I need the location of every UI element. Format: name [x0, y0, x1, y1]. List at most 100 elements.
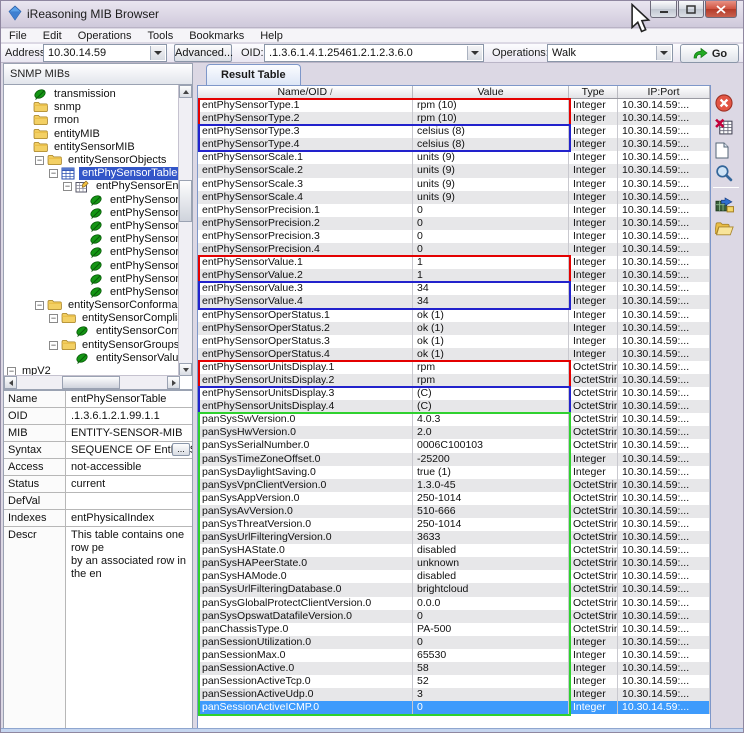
table-row[interactable]: entPhySensorUnitsDisplay.1rpmOctetString…: [198, 361, 710, 374]
table-row[interactable]: entPhySensorOperStatus.4ok (1)Integer10.…: [198, 348, 710, 361]
table-row[interactable]: panSysUrlFilteringDatabase.0brightcloudO…: [198, 583, 710, 596]
table-row[interactable]: panSessionActiveTcp.052Integer10.30.14.5…: [198, 675, 710, 688]
table-row[interactable]: entPhySensorValue.21Integer10.30.14.59:.…: [198, 269, 710, 282]
tree-item-entitySensorConformance[interactable]: −entitySensorConformance: [4, 299, 192, 312]
column-header-name-oid[interactable]: Name/OID/: [198, 86, 413, 98]
column-header-ip-port[interactable]: IP:Port: [618, 86, 710, 98]
tab-result-table[interactable]: Result Table: [206, 64, 301, 85]
table-row[interactable]: panSysAppVersion.0250-1014OctetString10.…: [198, 492, 710, 505]
expander-minus-icon[interactable]: −: [49, 341, 58, 350]
table-row[interactable]: panSysHAPeerState.0unknownOctetString10.…: [198, 557, 710, 570]
table-row[interactable]: panSysHAMode.0disabledOctetString10.30.1…: [198, 570, 710, 583]
tree-item-rmon[interactable]: rmon: [4, 114, 192, 127]
table-row[interactable]: entPhySensorUnitsDisplay.4(C)OctetString…: [198, 400, 710, 413]
expander-minus-icon[interactable]: −: [35, 301, 44, 310]
expander-minus-icon[interactable]: −: [35, 156, 44, 165]
table-row[interactable]: panSysOpswatDatafileVersion.00OctetStrin…: [198, 610, 710, 623]
table-row[interactable]: entPhySensorValue.434Integer10.30.14.59:…: [198, 295, 710, 308]
tree-item-entPhySensorOperS[interactable]: entPhySensorOperS: [4, 246, 192, 259]
table-row[interactable]: panSysSwVersion.04.0.3OctetString10.30.1…: [198, 413, 710, 426]
menu-item-operations[interactable]: Operations: [70, 29, 140, 43]
menu-item-file[interactable]: File: [1, 29, 35, 43]
tree-item-entPhySensorValueL[interactable]: entPhySensorValueL: [4, 286, 192, 299]
table-row[interactable]: entPhySensorValue.11Integer10.30.14.59:.…: [198, 256, 710, 269]
tree-vertical-scrollbar[interactable]: [178, 85, 192, 376]
tree-item-entPhySensorValue[interactable]: entPhySensorValue: [4, 233, 192, 246]
clear-table-icon[interactable]: [715, 116, 737, 136]
table-row[interactable]: entPhySensorUnitsDisplay.2rpmOctetString…: [198, 374, 710, 387]
tree-item-entPhySensorType[interactable]: entPhySensorType: [4, 194, 192, 207]
tree-vscroll-thumb[interactable]: [179, 180, 192, 222]
tree-item-entitySensorObjects[interactable]: −entitySensorObjects: [4, 154, 192, 167]
search-icon[interactable]: [715, 163, 737, 183]
tree-item-transmission[interactable]: transmission: [4, 88, 192, 101]
table-row[interactable]: panSysVpnClientVersion.01.3.0-45OctetStr…: [198, 479, 710, 492]
table-row[interactable]: panSysHAState.0disabledOctetString10.30.…: [198, 544, 710, 557]
minimize-button[interactable]: [650, 1, 677, 18]
table-row[interactable]: panSessionMax.065530Integer10.30.14.59:.…: [198, 649, 710, 662]
scroll-up-icon[interactable]: [179, 85, 192, 98]
tree-horizontal-scrollbar[interactable]: [4, 375, 180, 389]
tree-item-entitySensorCompliances[interactable]: −entitySensorCompliances: [4, 312, 192, 325]
tree-item-entPhySensorEntry[interactable]: −entPhySensorEntry: [4, 180, 192, 193]
address-dropdown-icon[interactable]: [150, 46, 165, 60]
table-row[interactable]: entPhySensorPrecision.10Integer10.30.14.…: [198, 204, 710, 217]
scroll-down-icon[interactable]: [179, 363, 192, 376]
table-row[interactable]: entPhySensorOperStatus.1ok (1)Integer10.…: [198, 309, 710, 322]
tree-item-entitySensorValueGroup[interactable]: entitySensorValueGroup: [4, 352, 192, 365]
table-row[interactable]: entPhySensorOperStatus.2ok (1)Integer10.…: [198, 322, 710, 335]
table-row[interactable]: entPhySensorValue.334Integer10.30.14.59:…: [198, 282, 710, 295]
table-row[interactable]: entPhySensorScale.2units (9)Integer10.30…: [198, 164, 710, 177]
table-row[interactable]: entPhySensorPrecision.40Integer10.30.14.…: [198, 243, 710, 256]
operations-dropdown-icon[interactable]: [656, 46, 671, 60]
table-row[interactable]: panSysGlobalProtectClientVersion.00.0.0O…: [198, 597, 710, 610]
export-icon[interactable]: [715, 195, 737, 215]
tree-item-entityMIB[interactable]: entityMIB: [4, 128, 192, 141]
advanced-button[interactable]: Advanced...: [174, 44, 232, 62]
maximize-button[interactable]: [678, 1, 704, 18]
operations-combo[interactable]: Walk: [547, 44, 673, 62]
expander-minus-icon[interactable]: −: [49, 314, 58, 323]
oid-combo[interactable]: .1.3.6.1.4.1.25461.2.1.2.3.6.0: [264, 44, 484, 62]
table-row[interactable]: panChassisType.0PA-500OctetString10.30.1…: [198, 623, 710, 636]
table-row[interactable]: panSessionActive.058Integer10.30.14.59:.…: [198, 662, 710, 675]
oid-dropdown-icon[interactable]: [467, 46, 482, 60]
table-row[interactable]: entPhySensorType.2rpm (10)Integer10.30.1…: [198, 112, 710, 125]
scroll-right-icon[interactable]: [167, 376, 180, 389]
table-row[interactable]: entPhySensorType.1rpm (10)Integer10.30.1…: [198, 99, 710, 112]
menu-item-edit[interactable]: Edit: [35, 29, 70, 43]
table-row[interactable]: entPhySensorScale.1units (9)Integer10.30…: [198, 151, 710, 164]
open-folder-icon[interactable]: [715, 218, 737, 238]
tree-item-entPhySensorValueT[interactable]: entPhySensorValueT: [4, 273, 192, 286]
tree-hscroll-thumb[interactable]: [62, 376, 120, 389]
table-row[interactable]: entPhySensorScale.4units (9)Integer10.30…: [198, 191, 710, 204]
table-row[interactable]: panSessionUtilization.00Integer10.30.14.…: [198, 636, 710, 649]
go-button[interactable]: Go: [680, 44, 739, 63]
tree-item-entitySensorCompliance[interactable]: entitySensorCompliance: [4, 325, 192, 338]
table-row[interactable]: entPhySensorType.3celsius (8)Integer10.3…: [198, 125, 710, 138]
table-row[interactable]: panSysUrlFilteringVersion.03633OctetStri…: [198, 531, 710, 544]
stop-icon[interactable]: [715, 93, 737, 113]
tree-item-entitySensorMIB[interactable]: entitySensorMIB: [4, 141, 192, 154]
table-row[interactable]: panSysThreatVersion.0250-1014OctetString…: [198, 518, 710, 531]
tree-item-snmp[interactable]: snmp: [4, 101, 192, 114]
table-row[interactable]: entPhySensorType.4celsius (8)Integer10.3…: [198, 138, 710, 151]
close-button[interactable]: [705, 1, 737, 18]
table-row[interactable]: panSysAvVersion.0510-666OctetString10.30…: [198, 505, 710, 518]
syntax-expand-button[interactable]: ...: [172, 443, 190, 456]
menu-item-bookmarks[interactable]: Bookmarks: [181, 29, 252, 43]
tree-item-entitySensorGroups[interactable]: −entitySensorGroups: [4, 339, 192, 352]
table-row[interactable]: entPhySensorPrecision.20Integer10.30.14.…: [198, 217, 710, 230]
table-row[interactable]: panSysHwVersion.02.0OctetString10.30.14.…: [198, 426, 710, 439]
tree-item-entPhySensorPrecisi[interactable]: entPhySensorPrecisi: [4, 220, 192, 233]
tree-item-entPhySensorTable[interactable]: −entPhySensorTable: [4, 167, 192, 180]
new-document-icon[interactable]: [715, 140, 737, 160]
table-row[interactable]: entPhySensorScale.3units (9)Integer10.30…: [198, 178, 710, 191]
expander-minus-icon[interactable]: −: [63, 182, 72, 191]
scroll-left-icon[interactable]: [4, 376, 17, 389]
table-row[interactable]: entPhySensorPrecision.30Integer10.30.14.…: [198, 230, 710, 243]
expander-minus-icon[interactable]: −: [49, 169, 58, 178]
table-row[interactable]: entPhySensorUnitsDisplay.3(C)OctetString…: [198, 387, 710, 400]
table-row-selected[interactable]: panSessionActiveICMP.00Integer10.30.14.5…: [198, 701, 710, 714]
table-row[interactable]: entPhySensorOperStatus.3ok (1)Integer10.…: [198, 335, 710, 348]
